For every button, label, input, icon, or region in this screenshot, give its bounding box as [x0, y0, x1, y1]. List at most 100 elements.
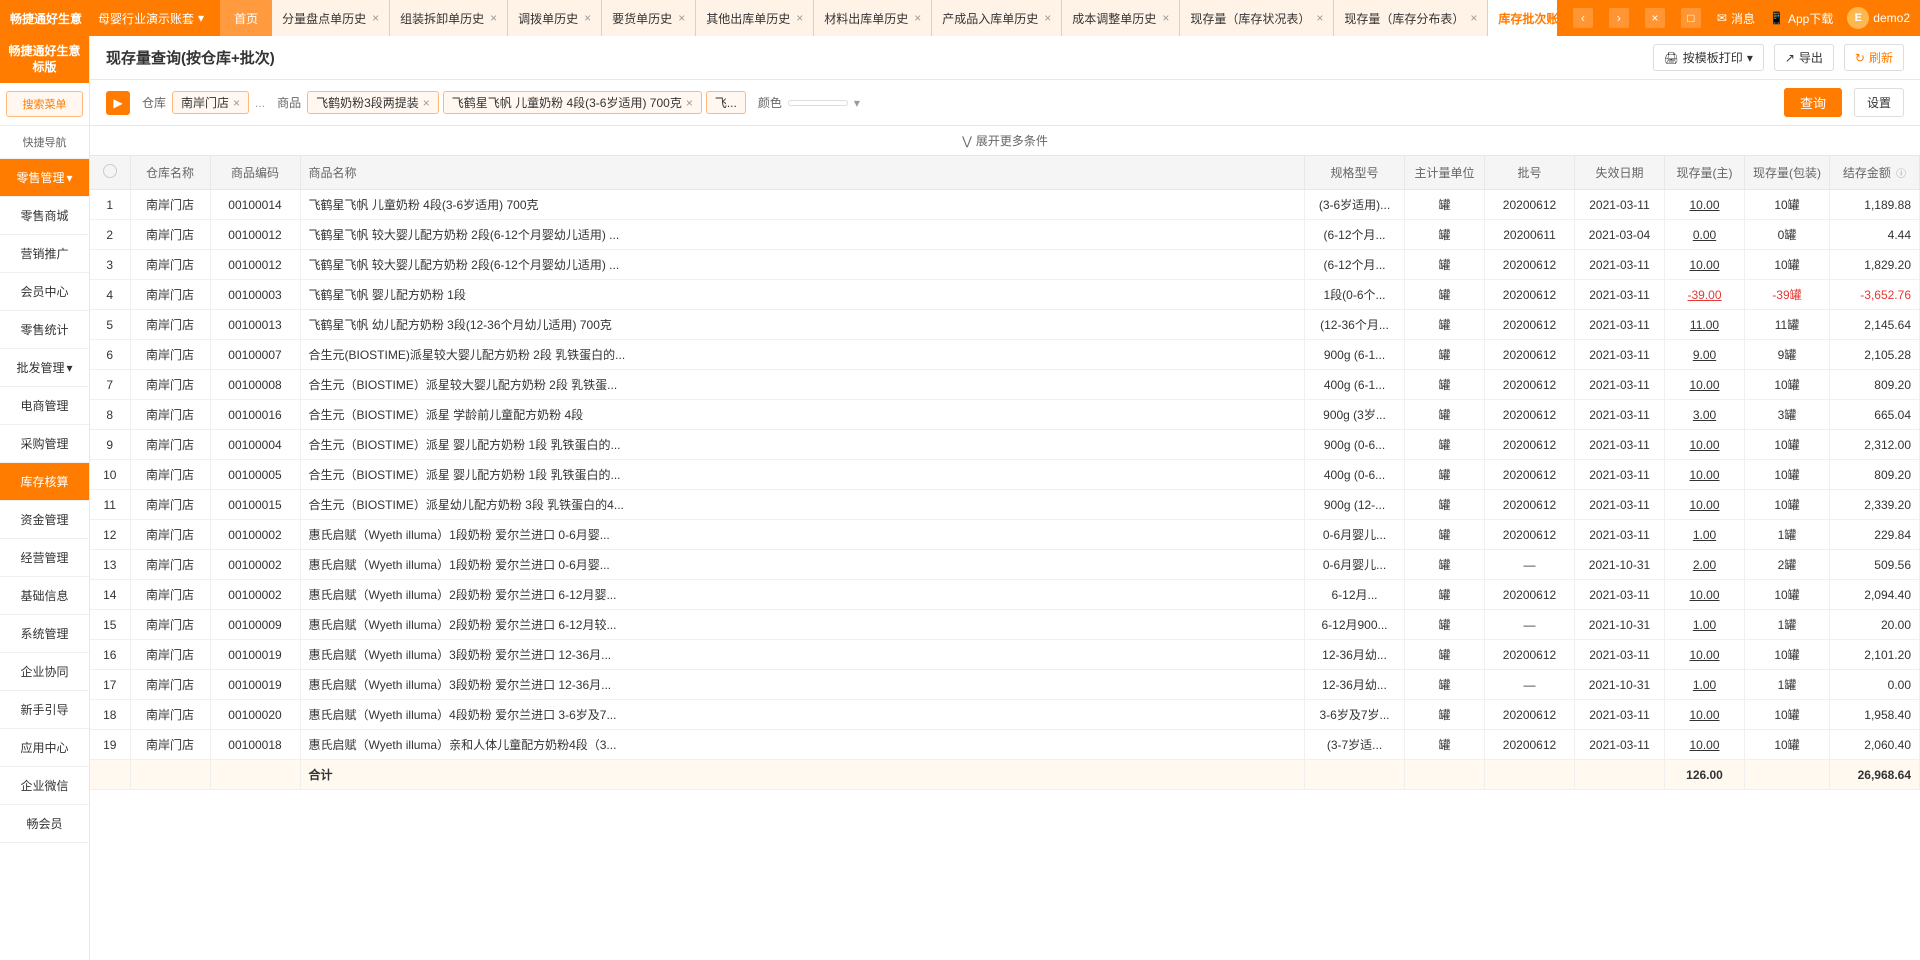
- tab-10[interactable]: 现存量（库存分布表） ×: [1334, 0, 1488, 36]
- tab-close-1[interactable]: ×: [372, 11, 379, 25]
- sidebar-item-system[interactable]: 系统管理: [0, 615, 89, 653]
- td-qty[interactable]: 10.00: [1665, 460, 1745, 490]
- tab-close-current[interactable]: ×: [1645, 8, 1665, 28]
- sidebar-item-inventory[interactable]: 库存核算: [0, 463, 89, 501]
- user-avatar[interactable]: E demo2: [1847, 7, 1910, 29]
- tab-nav-right[interactable]: ›: [1609, 8, 1629, 28]
- tab-close-7[interactable]: ×: [1044, 11, 1051, 25]
- tab-close-9[interactable]: ×: [1316, 11, 1323, 25]
- td-unit: 罐: [1405, 310, 1485, 340]
- settings-btn[interactable]: 设置: [1854, 88, 1904, 117]
- tab-6[interactable]: 材料出库单历史 ×: [814, 0, 932, 36]
- tab-4[interactable]: 要货单历史 ×: [602, 0, 696, 36]
- warehouse-tag[interactable]: 南岸门店 ×: [172, 91, 249, 114]
- tab-close-2[interactable]: ×: [490, 11, 497, 25]
- td-qty[interactable]: 10.00: [1665, 640, 1745, 670]
- tab-close-8[interactable]: ×: [1162, 11, 1169, 25]
- tab-home[interactable]: 首页: [220, 0, 272, 36]
- refresh-btn[interactable]: ↻ 刷新: [1844, 44, 1904, 71]
- tab-7[interactable]: 产成品入库单历史 ×: [932, 0, 1062, 36]
- message-btn[interactable]: ✉ 消息: [1717, 10, 1755, 27]
- export-btn[interactable]: ↗ 导出: [1774, 44, 1834, 71]
- td-qty[interactable]: 10.00: [1665, 700, 1745, 730]
- amount-info-icon[interactable]: ⓘ: [1896, 169, 1906, 180]
- td-qty[interactable]: 0.00: [1665, 220, 1745, 250]
- sidebar-item-basic[interactable]: 基础信息: [0, 577, 89, 615]
- td-qty[interactable]: -39.00: [1665, 280, 1745, 310]
- filter-bar: ▶ 仓库 南岸门店 × ... 商品 飞鹤奶粉3段两提装 ×: [90, 80, 1920, 126]
- sidebar-item-wechat[interactable]: 企业微信: [0, 767, 89, 805]
- filter-toggle-btn[interactable]: ▶: [106, 91, 130, 115]
- tab-close-10[interactable]: ×: [1470, 11, 1477, 25]
- tab-5[interactable]: 其他出库单历史 ×: [696, 0, 814, 36]
- product-tag-1[interactable]: 飞鹤奶粉3段两提装 ×: [307, 91, 439, 114]
- tab-9[interactable]: 现存量（库存状况表） ×: [1180, 0, 1334, 36]
- td-spec: 400g (0-6...: [1305, 460, 1405, 490]
- app-download-btn[interactable]: 📱 App下载: [1769, 10, 1833, 27]
- product-tag2-close[interactable]: ×: [686, 96, 693, 110]
- td-qty[interactable]: 1.00: [1665, 520, 1745, 550]
- sidebar-item-member2[interactable]: 畅会员: [0, 805, 89, 843]
- product-tag-2[interactable]: 飞鹤星飞帆 儿童奶粉 4段(3-6岁适用) 700克 ×: [443, 91, 702, 114]
- tab-2[interactable]: 组装拆卸单历史 ×: [390, 0, 508, 36]
- account-selector[interactable]: 母婴行业演示账套 ▾: [98, 10, 204, 27]
- tab-11[interactable]: 库存批次账 ×: [1488, 0, 1557, 36]
- tab-nav-left[interactable]: ‹: [1573, 8, 1593, 28]
- td-qty[interactable]: 10.00: [1665, 430, 1745, 460]
- product-tags: 飞鹤奶粉3段两提装 × 飞鹤星飞帆 儿童奶粉 4段(3-6岁适用) 700克 ×…: [307, 91, 746, 114]
- color-input[interactable]: [788, 100, 848, 106]
- tab-close-6[interactable]: ×: [914, 11, 921, 25]
- td-qty[interactable]: 9.00: [1665, 340, 1745, 370]
- sidebar-item-finance[interactable]: 资金管理: [0, 501, 89, 539]
- table-row: 18 南岸门店 00100020 惠氏启赋（Wyeth illuma）4段奶粉 …: [90, 700, 1920, 730]
- template-print-btn[interactable]: 🖨 按模板打印 ▾: [1653, 44, 1764, 71]
- sidebar-item-retail-stats[interactable]: 零售统计: [0, 311, 89, 349]
- td-qty[interactable]: 1.00: [1665, 610, 1745, 640]
- sidebar-item-member[interactable]: 会员中心: [0, 273, 89, 311]
- td-qtybox: 3罐: [1745, 400, 1830, 430]
- td-qty[interactable]: 11.00: [1665, 310, 1745, 340]
- sidebar-item-operation[interactable]: 经营管理: [0, 539, 89, 577]
- sidebar-item-retail-mgmt[interactable]: 零售管理 ▾: [0, 159, 89, 197]
- td-qty[interactable]: 1.00: [1665, 670, 1745, 700]
- tab-3[interactable]: 调拨单历史 ×: [508, 0, 602, 36]
- td-qty[interactable]: 10.00: [1665, 190, 1745, 220]
- product-tag-3[interactable]: 飞...: [706, 91, 746, 114]
- quick-nav-btn[interactable]: 快捷导航: [0, 126, 89, 159]
- sidebar-item-purchase[interactable]: 采购管理: [0, 425, 89, 463]
- td-qty[interactable]: 10.00: [1665, 250, 1745, 280]
- tab-1[interactable]: 分量盘点单历史 ×: [272, 0, 390, 36]
- search-btn[interactable]: 查询: [1784, 88, 1842, 117]
- th-batch: 批号: [1485, 156, 1575, 190]
- td-qty[interactable]: 3.00: [1665, 400, 1745, 430]
- sidebar-item-ecommerce[interactable]: 电商管理: [0, 387, 89, 425]
- sidebar-item-marketing[interactable]: 营销推广: [0, 235, 89, 273]
- tab-8[interactable]: 成本调整单历史 ×: [1062, 0, 1180, 36]
- td-qty[interactable]: 10.00: [1665, 580, 1745, 610]
- tab-close-4[interactable]: ×: [678, 11, 685, 25]
- chevron-sub-icon: ▾: [66, 361, 72, 375]
- tab-maximize[interactable]: □: [1681, 8, 1701, 28]
- search-menu-btn[interactable]: 搜索菜单: [6, 91, 83, 117]
- sidebar-item-app-center[interactable]: 应用中心: [0, 729, 89, 767]
- select-all-icon[interactable]: [103, 164, 117, 178]
- td-qty[interactable]: 10.00: [1665, 730, 1745, 760]
- sidebar-item-wholesale[interactable]: 批发管理 ▾: [0, 349, 89, 387]
- sidebar-item-guide[interactable]: 新手引导: [0, 691, 89, 729]
- color-dropdown-icon[interactable]: ▾: [854, 96, 860, 110]
- td-qty[interactable]: 2.00: [1665, 550, 1745, 580]
- tab-close-3[interactable]: ×: [584, 11, 591, 25]
- warehouse-tag-close[interactable]: ×: [233, 96, 240, 110]
- td-qty[interactable]: 10.00: [1665, 370, 1745, 400]
- td-spec: (6-12个月...: [1305, 220, 1405, 250]
- sidebar-item-retail-mall[interactable]: 零售商城: [0, 197, 89, 235]
- product-tag1-close[interactable]: ×: [423, 96, 430, 110]
- td-qty[interactable]: 10.00: [1665, 490, 1745, 520]
- warehouse-more[interactable]: ...: [255, 96, 265, 110]
- td-unit: 罐: [1405, 280, 1485, 310]
- table-row: 11 南岸门店 00100015 合生元（BIOSTIME）派星幼儿配方奶粉 3…: [90, 490, 1920, 520]
- tab-close-5[interactable]: ×: [796, 11, 803, 25]
- sidebar-item-enterprise[interactable]: 企业协同: [0, 653, 89, 691]
- td-spec: 6-12月900...: [1305, 610, 1405, 640]
- expand-more-btn[interactable]: ⋁ 展开更多条件: [90, 126, 1920, 156]
